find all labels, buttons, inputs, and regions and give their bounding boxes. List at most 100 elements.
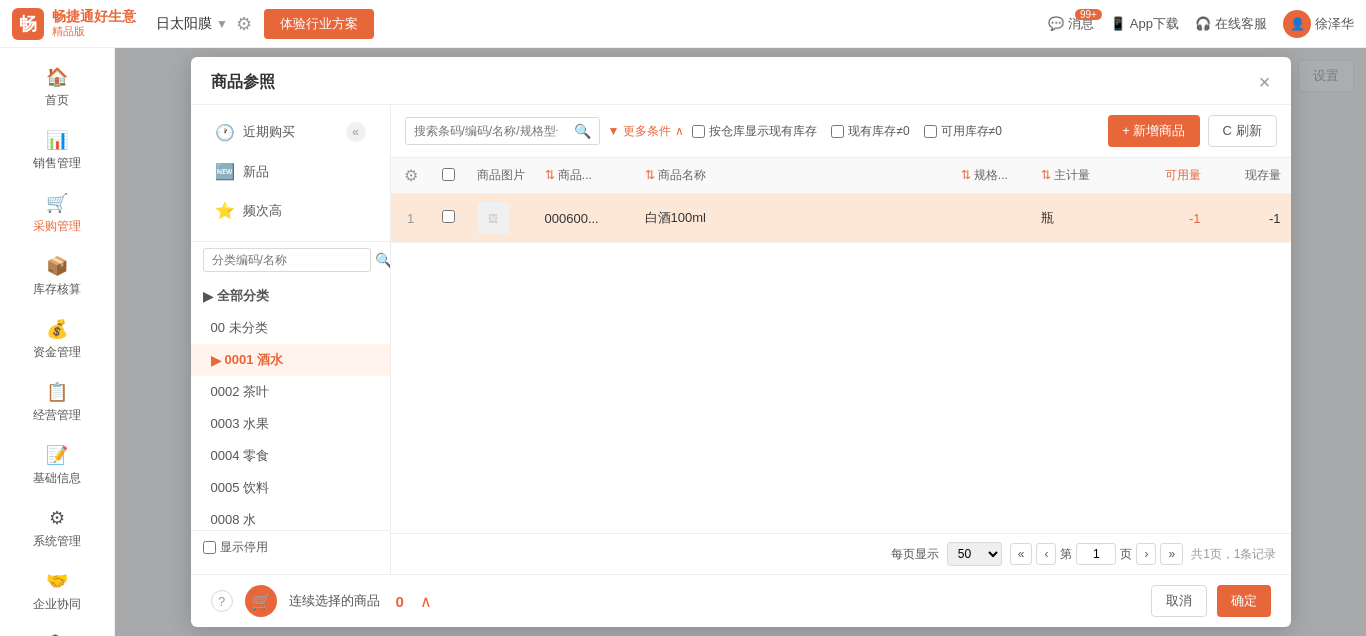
- sidebar-home-label: 首页: [45, 92, 69, 109]
- avatar-icon: 👤: [1290, 17, 1305, 31]
- topbar-right: 💬 消息 99+ 📱 App下载 🎧 在线客服 👤 徐泽华: [1048, 10, 1354, 38]
- sidebar-sales-label: 销售管理: [33, 155, 81, 172]
- column-settings-icon[interactable]: ⚙: [404, 167, 418, 184]
- more-filter-button[interactable]: ▼ 更多条件 ∧: [608, 123, 685, 140]
- store-dropdown[interactable]: 日太阳膜 ▼: [156, 15, 228, 33]
- app-download-label: App下载: [1130, 15, 1179, 33]
- modal-close-button[interactable]: ×: [1259, 71, 1271, 94]
- row-name: 白酒100ml: [645, 210, 706, 225]
- add-product-button[interactable]: + 新增商品: [1108, 115, 1199, 147]
- customer-service-nav[interactable]: 🎧 在线客服: [1195, 15, 1267, 33]
- last-page-button[interactable]: »: [1160, 543, 1183, 565]
- category-beverage-item[interactable]: 0005 饮料: [191, 472, 390, 504]
- recent-label: 近期购买: [243, 123, 295, 141]
- sidebar-item-system[interactable]: ⚙ 系统管理: [0, 497, 114, 560]
- purchase-icon: 🛒: [46, 192, 68, 214]
- system-icon: ⚙: [49, 507, 65, 529]
- category-tea-item[interactable]: 0002 茶叶: [191, 376, 390, 408]
- product-code-col-header[interactable]: ⇅ 商品...: [535, 158, 635, 194]
- divider: [191, 241, 390, 242]
- star-icon: ⭐: [215, 201, 235, 220]
- row-image-cell: 🖼: [467, 194, 535, 243]
- sidebar-item-guide[interactable]: 📚 新手引导: [0, 623, 114, 636]
- row-avail-cell: -1: [1111, 194, 1211, 243]
- current-stock-checkbox[interactable]: 现有库存≠0: [831, 123, 909, 140]
- footer-collapse-icon[interactable]: ∧: [420, 592, 432, 611]
- sidebar-item-inventory[interactable]: 📦 库存核算: [0, 245, 114, 308]
- category-fruit-item[interactable]: 0003 水果: [191, 408, 390, 440]
- user-nav[interactable]: 👤 徐泽华: [1283, 10, 1354, 38]
- settings-icon[interactable]: ⚙: [236, 13, 252, 35]
- category-search-input[interactable]: [203, 248, 371, 272]
- table-row[interactable]: 1 🖼: [391, 194, 1291, 243]
- category-water-item[interactable]: 0008 水: [191, 504, 390, 530]
- available-stock-checkbox[interactable]: 可用库存≠0: [924, 123, 1002, 140]
- prev-page-button[interactable]: ‹: [1036, 543, 1056, 565]
- filter-label: 更多条件: [623, 123, 671, 140]
- sidebar-item-purchase[interactable]: 🛒 采购管理: [0, 182, 114, 245]
- app-download-nav[interactable]: 📱 App下载: [1110, 15, 1179, 33]
- current-stock-input[interactable]: [831, 125, 844, 138]
- right-toolbar: 🔍 ▼ 更多条件 ∧ 按仓库显示现有库存: [391, 105, 1291, 158]
- product-thumbnail: 🖼: [477, 202, 509, 234]
- product-unit-col-header[interactable]: ⇅ 主计量: [1031, 158, 1111, 194]
- first-page-button[interactable]: «: [1010, 543, 1033, 565]
- enterprise-icon: 🤝: [46, 570, 68, 592]
- category-liquor-item[interactable]: ▶ 0001 酒水: [191, 344, 390, 376]
- category-all-item[interactable]: ▶ 全部分类: [191, 280, 390, 312]
- question-icon: ?: [218, 594, 225, 609]
- service-label: 在线客服: [1215, 15, 1267, 33]
- sidebar-enterprise-label: 企业协同: [33, 596, 81, 613]
- page-number-input[interactable]: [1076, 543, 1116, 565]
- headset-icon: 🎧: [1195, 16, 1211, 31]
- modal-title: 商品参照: [211, 72, 275, 93]
- category-uncategorized-item[interactable]: 00 未分类: [191, 312, 390, 344]
- cat-snack-label: 0004 零食: [211, 447, 270, 465]
- sidebar-item-home[interactable]: 🏠 首页: [0, 56, 114, 119]
- product-search-input[interactable]: [406, 119, 566, 143]
- cat-all-label: 全部分类: [217, 287, 269, 305]
- try-industry-button[interactable]: 体验行业方案: [264, 9, 374, 39]
- recent-purchases-item[interactable]: 🕐 近期购买 «: [203, 115, 378, 149]
- sidebar-item-sales[interactable]: 📊 销售管理: [0, 119, 114, 182]
- sidebar-item-basic[interactable]: 📝 基础信息: [0, 434, 114, 497]
- available-stock-input[interactable]: [924, 125, 937, 138]
- refresh-button[interactable]: C 刷新: [1208, 115, 1277, 147]
- page-nav: « ‹ 第 页 › »: [1010, 543, 1183, 565]
- help-button[interactable]: ?: [211, 590, 233, 612]
- sidebar-item-finance[interactable]: 💰 资金管理: [0, 308, 114, 371]
- content-area: 查询 刷新 设置 商品参照 × 🕐: [115, 48, 1366, 636]
- sidebar-item-operations[interactable]: 📋 经营管理: [0, 371, 114, 434]
- logo-icon: 畅: [12, 8, 44, 40]
- new-products-item[interactable]: 🆕 新品: [203, 155, 378, 188]
- show-disabled-input[interactable]: [203, 541, 216, 554]
- next-page-button[interactable]: ›: [1136, 543, 1156, 565]
- cancel-button[interactable]: 取消: [1151, 585, 1207, 617]
- row-code: 000600...: [545, 211, 599, 226]
- row-checkbox[interactable]: [442, 210, 455, 223]
- show-disabled-checkbox[interactable]: 显示停用: [203, 539, 268, 556]
- confirm-button[interactable]: 确定: [1217, 585, 1271, 617]
- product-name-col-header[interactable]: ⇅ 商品名称: [635, 158, 951, 194]
- product-search-button[interactable]: 🔍: [566, 118, 599, 144]
- page-total: 共1页，1条记录: [1191, 546, 1276, 563]
- page-size-select[interactable]: 50 10 20 100: [947, 542, 1002, 566]
- warehouse-stock-checkbox[interactable]: 按仓库显示现有库存: [692, 123, 817, 140]
- sidebar-system-label: 系统管理: [33, 533, 81, 550]
- sort-icon: ⇅: [545, 168, 555, 182]
- product-spec-col-header[interactable]: ⇅ 规格...: [951, 158, 1031, 194]
- category-snack-item[interactable]: 0004 零食: [191, 440, 390, 472]
- left-collapse-button[interactable]: «: [346, 122, 366, 142]
- frequent-item[interactable]: ⭐ 频次高: [203, 194, 378, 227]
- filter-arrow-icon: ∧: [675, 124, 684, 138]
- sidebar-item-enterprise[interactable]: 🤝 企业协同: [0, 560, 114, 623]
- home-icon: 🏠: [46, 66, 68, 88]
- select-all-checkbox[interactable]: [442, 168, 455, 181]
- cart-button[interactable]: 🛒: [245, 585, 277, 617]
- category-search-icon[interactable]: 🔍: [375, 252, 391, 268]
- product-table: ⚙ 商品图片: [391, 158, 1291, 243]
- filter-icon: ▼: [608, 124, 620, 138]
- message-nav[interactable]: 💬 消息 99+: [1048, 15, 1094, 33]
- warehouse-stock-input[interactable]: [692, 125, 705, 138]
- sidebar: 🏠 首页 📊 销售管理 🛒 采购管理 📦 库存核算 💰 资金管理 📋 经营管理 …: [0, 48, 115, 636]
